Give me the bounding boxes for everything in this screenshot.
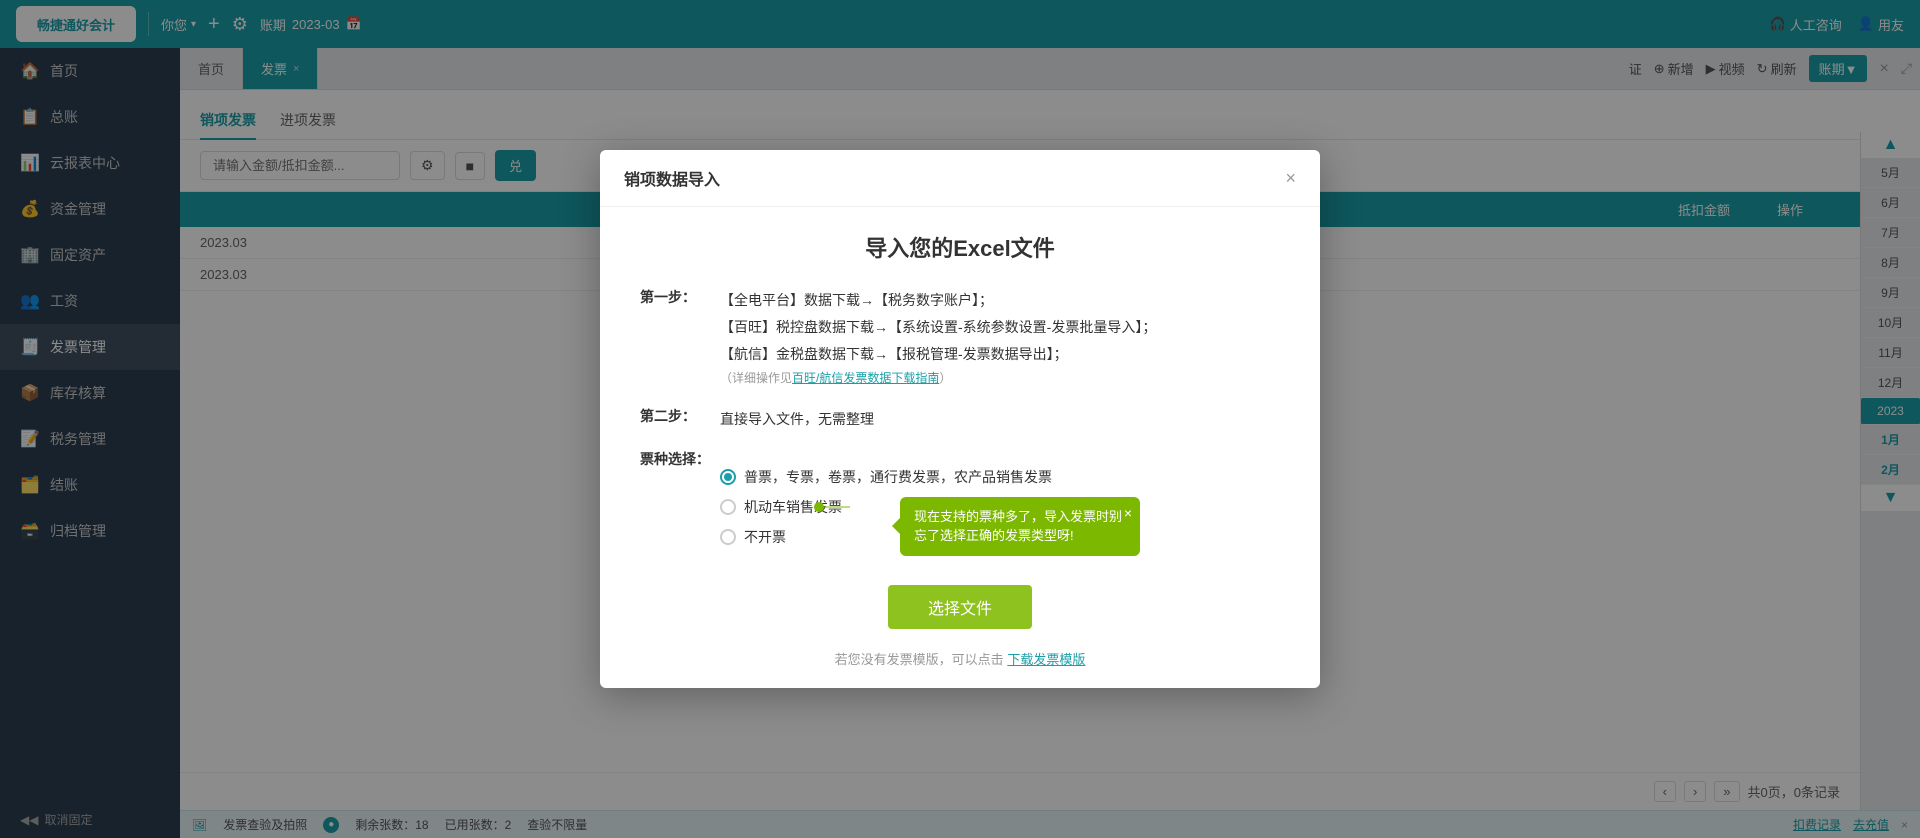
step1-label: 第一步： [640,287,720,390]
step1-line1: 【全电平台】数据下载→【税务数字账户】； [720,287,1156,314]
radio-normal[interactable]: 普票，专票，卷票，通行费发票，农产品销售发票 [720,467,1052,487]
modal-footer-hint: 若您没有发票模版，可以点击 下载发票模版 [640,649,1280,668]
step1-line2: 【百旺】税控盘数据下载→【系统设置-系统参数设置-发票批量导入】； [720,314,1156,341]
step1-content: 【全电平台】数据下载→【税务数字账户】； 【百旺】税控盘数据下载→【系统设置-系… [720,287,1156,390]
modal-close-btn[interactable]: × [1285,168,1296,189]
step1-hint: （详细操作见百旺/航信发票数据下载指南） [720,367,1156,390]
radio-normal-circle [720,469,736,485]
radio-motor-circle [720,499,736,515]
tooltip-bubble: × 现在支持的票种多了，导入发票时别忘了选择正确的发票类型呀! [900,497,1140,556]
step1: 第一步： 【全电平台】数据下载→【税务数字账户】； 【百旺】税控盘数据下载→【系… [640,287,1280,390]
tooltip-close-btn[interactable]: × [1124,503,1132,524]
modal-body: 导入您的Excel文件 第一步： 【全电平台】数据下载→【税务数字账户】； 【百… [600,207,1320,687]
radio-no-invoice-circle [720,529,736,545]
step2: 第二步： 直接导入文件，无需整理 [640,406,1280,433]
select-file-btn[interactable]: 选择文件 [888,585,1032,629]
download-template-link[interactable]: 下载发票模版 [1007,652,1085,667]
modal-main-title: 导入您的Excel文件 [640,231,1280,263]
ticket-label: 票种选择： [640,449,720,565]
modal-header: 销项数据导入 × [600,150,1320,207]
guide-link[interactable]: 百旺/航信发票数据下载指南 [792,371,939,385]
radio-motor[interactable]: 机动车销售发票 × 现在支持的票种多了，导入发票时别忘了选择正确的发票类型呀! [720,497,1052,517]
step2-content: 直接导入文件，无需整理 [720,406,874,433]
step2-label: 第二步： [640,406,720,433]
step1-line3: 【航信】金税盘数据下载→【报税管理-发票数据导出】； [720,341,1156,368]
tooltip-line [822,506,850,507]
modal-title: 销项数据导入 [624,166,720,190]
import-modal: 销项数据导入 × 导入您的Excel文件 第一步： 【全电平台】数据下载→【税务… [600,150,1320,687]
ticket-step: 票种选择： 普票，专票，卷票，通行费发票，农产品销售发票 机动车销售发票 [640,449,1280,565]
ticket-radio-group: 普票，专票，卷票，通行费发票，农产品销售发票 机动车销售发票 × 现在支持的票 [720,457,1052,557]
modal-overlay[interactable]: 销项数据导入 × 导入您的Excel文件 第一步： 【全电平台】数据下载→【税务… [0,0,1920,838]
